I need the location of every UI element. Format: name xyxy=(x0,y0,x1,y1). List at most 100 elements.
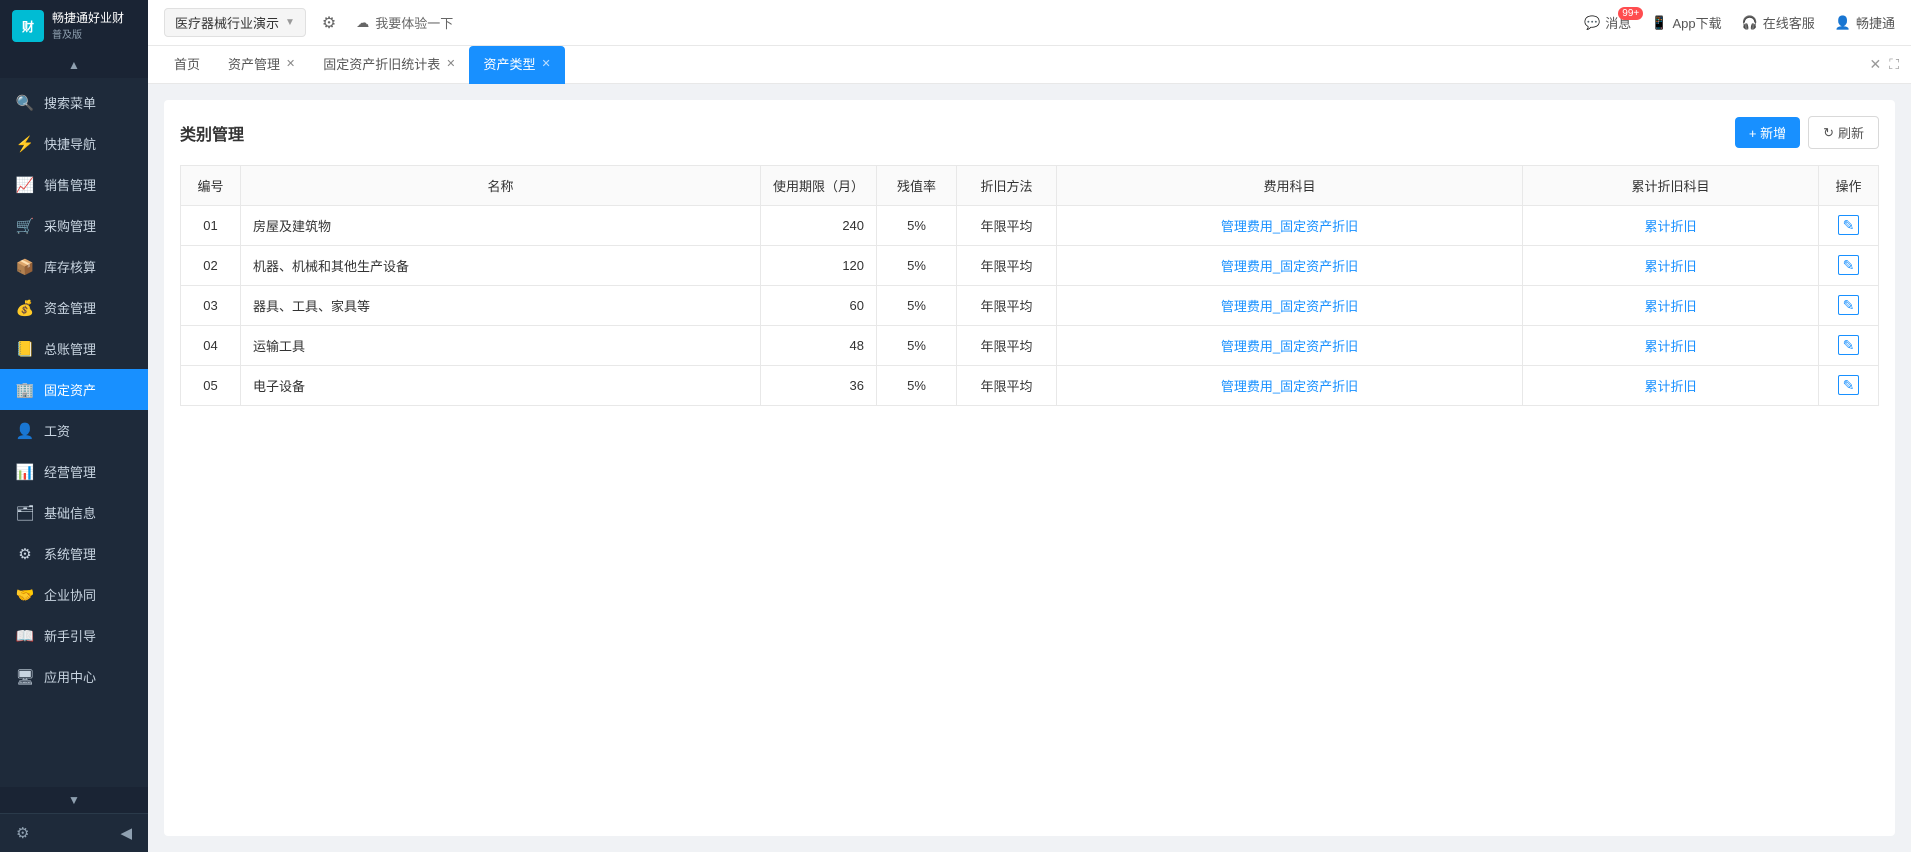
company-selector[interactable]: 医疗器械行业演示 ▼ xyxy=(164,8,306,37)
sidebar-icon: 📦 xyxy=(16,258,34,276)
experience-btn[interactable]: ☁ 我要体验一下 xyxy=(356,13,453,32)
sidebar-item-采购管理[interactable]: 🛒 采购管理 xyxy=(0,205,148,246)
table-row: 03 器具、工具、家具等 60 5% 年限平均 管理费用_固定资产折旧 累计折旧… xyxy=(181,286,1879,326)
user-label: 畅捷通 xyxy=(1856,13,1895,32)
cell-method: 年限平均 xyxy=(957,246,1057,286)
tab-label: 资产类型 xyxy=(483,54,535,73)
col-header: 残值率 xyxy=(877,166,957,206)
cell-name: 器具、工具、家具等 xyxy=(241,286,761,326)
online-service-btn[interactable]: 🎧 在线客服 xyxy=(1742,13,1815,32)
cell-method: 年限平均 xyxy=(957,286,1057,326)
cell-period: 120 xyxy=(761,246,877,286)
edit-icon[interactable]: ✎ xyxy=(1838,255,1860,275)
settings-icon[interactable]: ⚙ xyxy=(16,824,29,842)
sidebar-item-总账管理[interactable]: 📒 总账管理 xyxy=(0,328,148,369)
sidebar-item-企业协同[interactable]: 🤝 企业协同 xyxy=(0,574,148,615)
tab-close-icon[interactable]: ✕ xyxy=(286,57,295,70)
cell-name: 电子设备 xyxy=(241,366,761,406)
table-row: 04 运输工具 48 5% 年限平均 管理费用_固定资产折旧 累计折旧 ✎ xyxy=(181,326,1879,366)
sidebar-scroll-up[interactable]: ▲ xyxy=(64,54,84,76)
sidebar-item-label: 采购管理 xyxy=(44,216,96,235)
sidebar-item-应用中心[interactable]: 🖥 应用中心 xyxy=(0,656,148,697)
sidebar-item-经营管理[interactable]: 📊 经营管理 xyxy=(0,451,148,492)
sidebar-item-固定资产[interactable]: 🏢 固定资产 xyxy=(0,369,148,410)
sidebar-icon: 🗂 xyxy=(16,504,34,522)
cell-action: ✎ xyxy=(1819,246,1879,286)
asset-types-table: 编号名称使用期限（月）残值率折旧方法费用科目累计折旧科目操作 01 房屋及建筑物… xyxy=(180,165,1879,406)
avatar-icon: 👤 xyxy=(1835,15,1851,31)
chevron-down-icon: ▼ xyxy=(285,17,295,28)
col-header: 使用期限（月） xyxy=(761,166,877,206)
collapse-icon[interactable]: ◀ xyxy=(120,824,132,842)
sidebar-icon: 🛒 xyxy=(16,217,34,235)
page-actions: + 新增 ↻ 刷新 xyxy=(1735,116,1879,149)
sidebar-icon: 👤 xyxy=(16,422,34,440)
tab-2[interactable]: 固定资产折旧统计表 ✕ xyxy=(309,46,469,84)
cell-method: 年限平均 xyxy=(957,366,1057,406)
table-row: 05 电子设备 36 5% 年限平均 管理费用_固定资产折旧 累计折旧 ✎ xyxy=(181,366,1879,406)
sidebar-item-label: 企业协同 xyxy=(44,585,96,604)
cell-period: 48 xyxy=(761,326,877,366)
sidebar-item-库存核算[interactable]: 📦 库存核算 xyxy=(0,246,148,287)
sidebar-icon: 🤝 xyxy=(16,586,34,604)
gear-icon[interactable]: ⚙ xyxy=(318,9,340,37)
sidebar-item-label: 系统管理 xyxy=(44,544,96,563)
sidebar-item-资金管理[interactable]: 💰 资金管理 xyxy=(0,287,148,328)
sidebar-item-label: 应用中心 xyxy=(44,667,96,686)
cell-accum: 累计折旧 xyxy=(1523,246,1819,286)
refresh-icon: ↻ xyxy=(1823,125,1834,141)
tab-label: 固定资产折旧统计表 xyxy=(323,54,440,73)
tab-1[interactable]: 资产管理✕ xyxy=(214,46,309,84)
sidebar-item-label: 总账管理 xyxy=(44,339,96,358)
sidebar-item-系统管理[interactable]: ⚙ 系统管理 xyxy=(0,533,148,574)
sidebar-item-快捷导航[interactable]: ⚡ 快捷导航 xyxy=(0,123,148,164)
sidebar-nav: 🔍 搜索菜单 ⚡ 快捷导航 📈 销售管理 🛒 采购管理 📦 库存核算 💰 资金管… xyxy=(0,78,148,787)
page-card: 类别管理 + 新增 ↻ 刷新 编号名称使用期限（月）残值率折旧方法费用科目累计折… xyxy=(164,100,1895,836)
sidebar-item-label: 工资 xyxy=(44,421,70,440)
edit-icon[interactable]: ✎ xyxy=(1838,215,1860,235)
cell-expense: 管理费用_固定资产折旧 xyxy=(1057,286,1523,326)
phone-icon: 📱 xyxy=(1651,15,1667,31)
page-title: 类别管理 xyxy=(180,121,244,145)
tab-0[interactable]: 首页 xyxy=(160,46,214,84)
sidebar-item-label: 经营管理 xyxy=(44,462,96,481)
cell-method: 年限平均 xyxy=(957,206,1057,246)
messages-btn[interactable]: 💬 消息 99+ xyxy=(1584,13,1631,32)
topbar-right: 💬 消息 99+ 📱 App下载 🎧 在线客服 👤 畅捷通 xyxy=(1584,13,1895,32)
new-btn[interactable]: + 新增 xyxy=(1735,117,1800,148)
cell-name: 运输工具 xyxy=(241,326,761,366)
sidebar-scroll-down[interactable]: ▼ xyxy=(64,789,84,811)
window-buttons: ✕ ⛶ xyxy=(1869,56,1899,73)
cell-period: 60 xyxy=(761,286,877,326)
edit-icon[interactable]: ✎ xyxy=(1838,335,1860,355)
edit-icon[interactable]: ✎ xyxy=(1838,375,1860,395)
sidebar-item-基础信息[interactable]: 🗂 基础信息 xyxy=(0,492,148,533)
tab-3[interactable]: 资产类型 ✕ xyxy=(469,46,564,84)
refresh-btn[interactable]: ↻ 刷新 xyxy=(1808,116,1879,149)
sidebar-icon: 📖 xyxy=(16,627,34,645)
tab-label: 首页 xyxy=(174,54,200,73)
user-btn[interactable]: 👤 畅捷通 xyxy=(1835,13,1895,32)
cell-expense: 管理费用_固定资产折旧 xyxy=(1057,206,1523,246)
col-header: 操作 xyxy=(1819,166,1879,206)
company-name: 医疗器械行业演示 xyxy=(175,13,279,32)
cell-accum: 累计折旧 xyxy=(1523,326,1819,366)
sidebar-icon: ⚙ xyxy=(16,545,34,563)
maximize-window-icon[interactable]: ⛶ xyxy=(1889,56,1899,73)
app-download-btn[interactable]: 📱 App下载 xyxy=(1651,13,1721,32)
edit-icon[interactable]: ✎ xyxy=(1838,295,1860,315)
table-row: 01 房屋及建筑物 240 5% 年限平均 管理费用_固定资产折旧 累计折旧 ✎ xyxy=(181,206,1879,246)
sidebar-item-工资[interactable]: 👤 工资 xyxy=(0,410,148,451)
sidebar-item-label: 搜索菜单 xyxy=(44,93,96,112)
sidebar-item-搜索菜单[interactable]: 🔍 搜索菜单 xyxy=(0,82,148,123)
tab-close-icon[interactable]: ✕ xyxy=(542,57,551,70)
tab-close-icon[interactable]: ✕ xyxy=(446,57,455,70)
sidebar-item-新手引导[interactable]: 📖 新手引导 xyxy=(0,615,148,656)
cell-action: ✎ xyxy=(1819,326,1879,366)
sidebar-icon: 📒 xyxy=(16,340,34,358)
sidebar-item-销售管理[interactable]: 📈 销售管理 xyxy=(0,164,148,205)
cell-action: ✎ xyxy=(1819,366,1879,406)
sidebar-item-label: 固定资产 xyxy=(44,380,96,399)
close-window-icon[interactable]: ✕ xyxy=(1869,56,1881,73)
cloud-icon: ☁ xyxy=(356,15,369,31)
